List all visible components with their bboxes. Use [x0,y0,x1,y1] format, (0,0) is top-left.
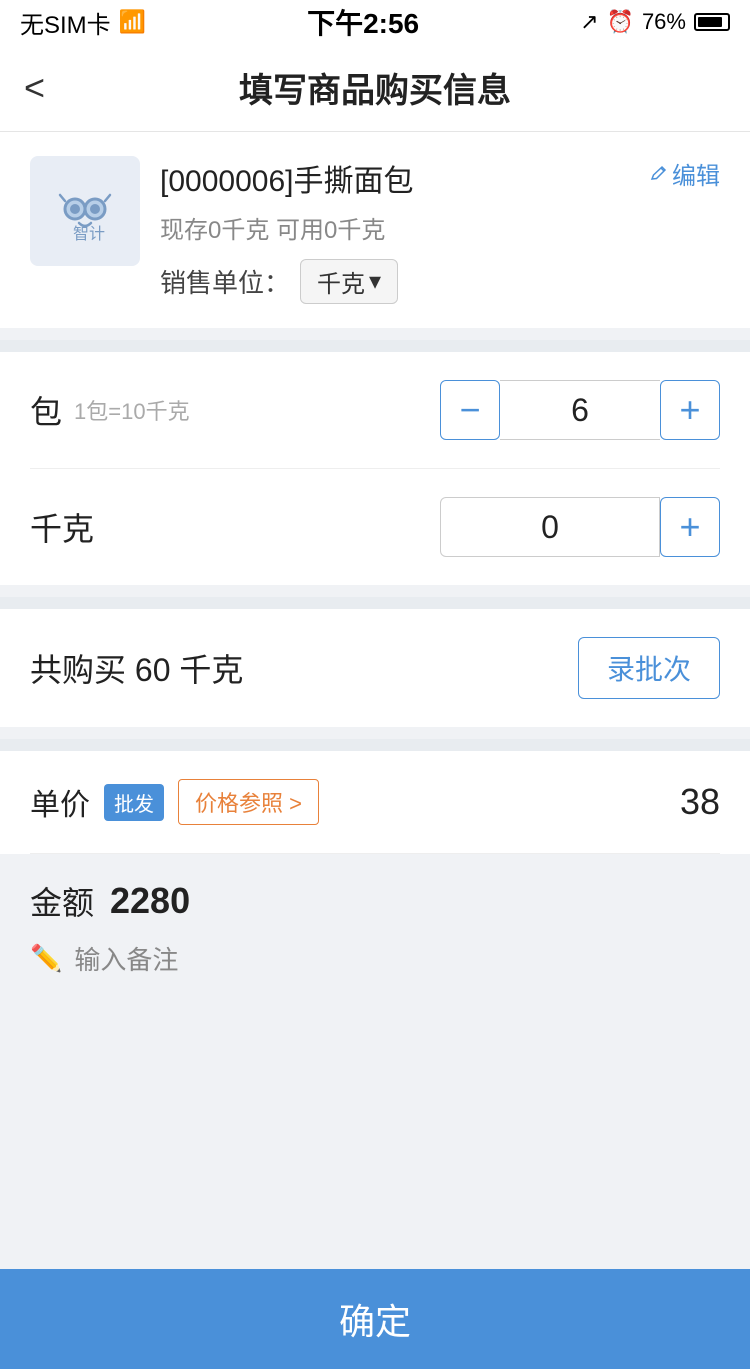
price-value: 38 [680,781,720,823]
price-label: 单价 批发 价格参照 > [30,779,319,825]
price-reference-button[interactable]: 价格参照 > [178,779,319,825]
amount-value: 2280 [110,880,190,922]
batch-button[interactable]: 录批次 [578,637,720,699]
kg-controls: + [440,497,720,557]
price-section: 单价 批发 价格参照 > 38 [0,751,750,854]
wifi-icon: 📶 [119,9,146,35]
kg-increment-button[interactable]: + [660,497,720,557]
bag-decrement-button[interactable]: − [440,380,500,440]
content-area: 智计 [0000006]手撕面包 编辑 现存0千克 可用0千克 销售单位： 千克 [0,132,750,1269]
kg-quantity-input[interactable] [440,497,660,557]
remark-row[interactable]: ✏️ 输入备注 [30,940,720,977]
section-separator-2 [0,597,750,609]
pencil-icon: ✏️ [30,943,62,974]
price-row: 单价 批发 价格参照 > 38 [30,751,720,854]
edit-icon [650,165,668,183]
dropdown-arrow-icon: ▾ [369,267,381,296]
nav-bar: < 填写商品购买信息 [0,44,750,132]
total-label: 共购买 60 千克 [30,645,243,691]
section-separator-1 [0,340,750,352]
product-info: [0000006]手撕面包 编辑 现存0千克 可用0千克 销售单位： 千克 ▾ [160,156,720,304]
bag-quantity-input[interactable] [500,380,660,440]
confirm-button-label: 确定 [339,1293,411,1345]
kg-input-row: 千克 + [30,469,720,585]
alarm-icon: ⏰ [607,9,634,35]
bag-increment-button[interactable]: + [660,380,720,440]
section-separator-3 [0,739,750,751]
total-row: 共购买 60 千克 录批次 [0,609,750,727]
svg-text:智计: 智计 [73,225,105,241]
amount-section: 金额 2280 ✏️ 输入备注 [0,854,750,989]
unit-selector[interactable]: 千克 ▾ [300,259,398,304]
confirm-bar[interactable]: 确定 [0,1269,750,1369]
status-bar: 无SIM卡 📶 下午2:56 ↗ ⏰ 76% [0,0,750,44]
bag-label: 包 1包=10千克 [30,387,190,433]
bag-controls: − + [440,380,720,440]
remark-placeholder: 输入备注 [74,940,178,977]
empty-space [0,989,750,1269]
bag-input-row: 包 1包=10千克 − + [30,352,720,469]
amount-label: 金额 [30,878,94,924]
product-image: 智计 [30,156,140,266]
product-unit: 销售单位： 千克 ▾ [160,259,720,304]
time-display: 下午2:56 [307,2,419,42]
product-stock: 现存0千克 可用0千克 [160,210,720,245]
kg-label: 千克 [30,504,94,550]
product-card: 智计 [0000006]手撕面包 编辑 现存0千克 可用0千克 销售单位： 千克 [0,132,750,328]
carrier-text: 无SIM卡 [20,5,111,40]
battery-icon [694,13,730,31]
battery-text: 76% [642,9,686,35]
price-type-badge: 批发 [104,784,164,821]
product-header: [0000006]手撕面包 编辑 [160,156,720,200]
amount-row: 金额 2280 [30,878,720,924]
status-left: 无SIM卡 📶 [20,5,146,40]
back-button[interactable]: < [24,67,45,109]
location-icon: ↗ [580,9,598,35]
bag-sublabel: 1包=10千克 [74,394,190,426]
input-section: 包 1包=10千克 − + 千克 + [0,352,750,585]
status-right: ↗ ⏰ 76% [580,9,730,35]
edit-button[interactable]: 编辑 [650,156,720,191]
page-title: 填写商品购买信息 [239,63,511,112]
product-name: [0000006]手撕面包 [160,156,650,200]
